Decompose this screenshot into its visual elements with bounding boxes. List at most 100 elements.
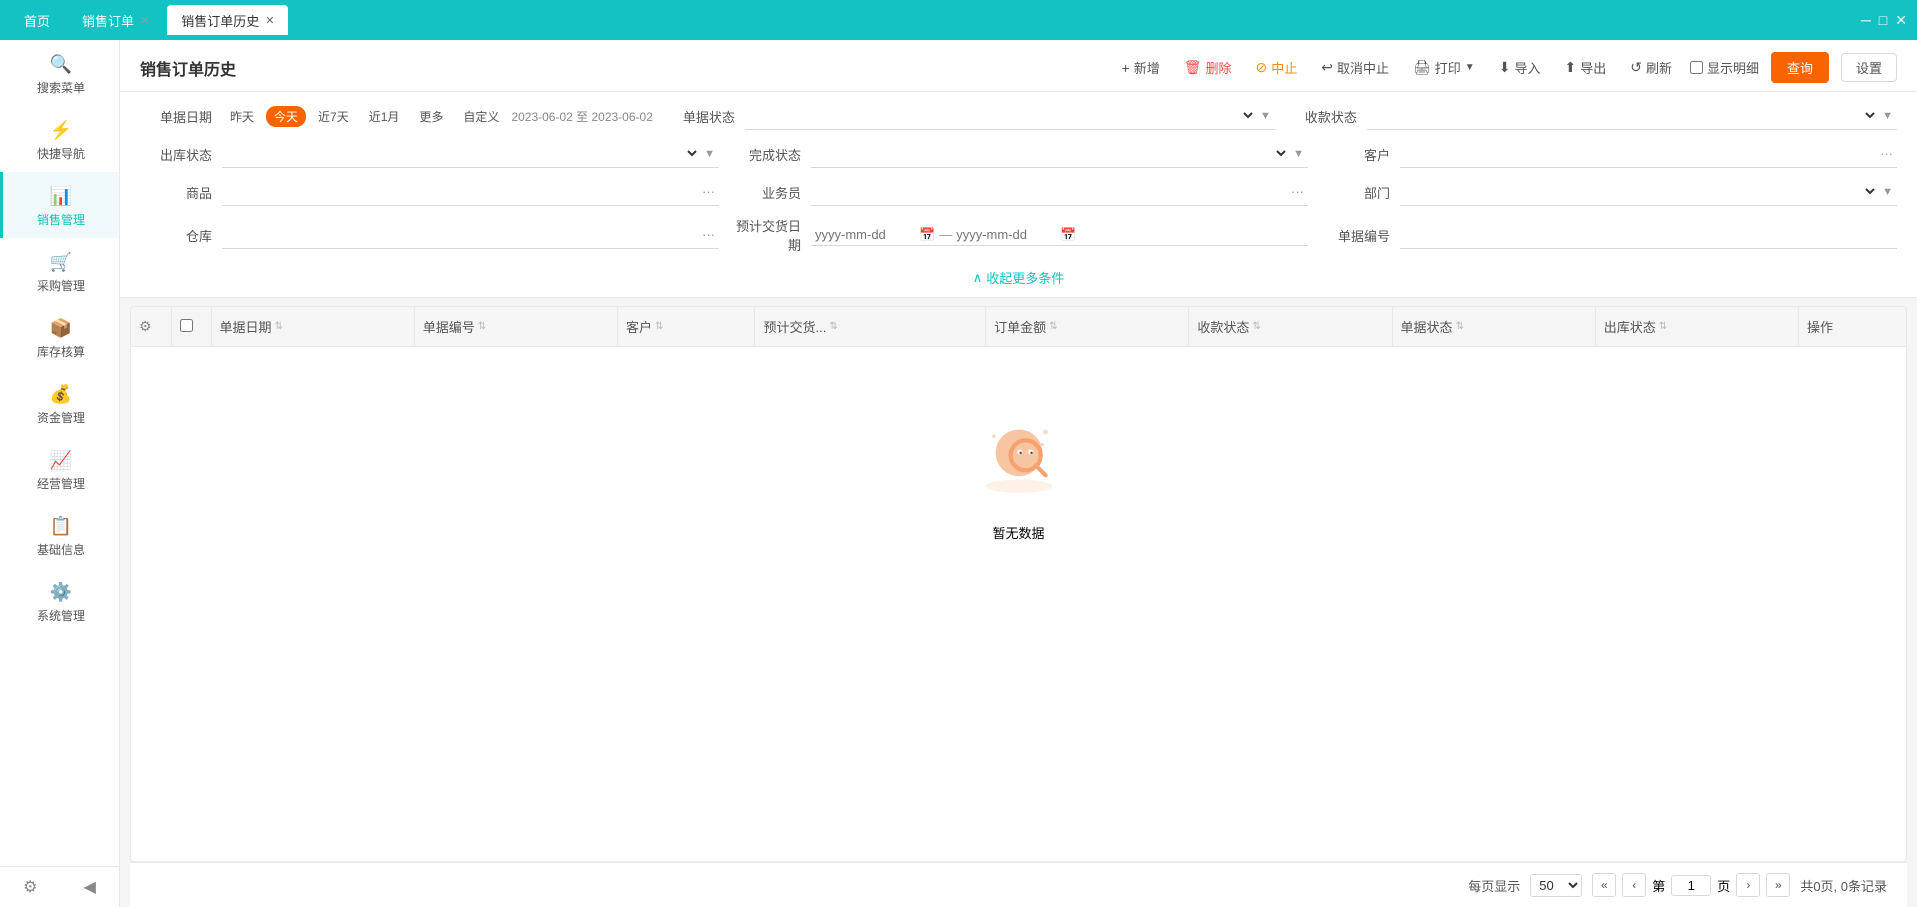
doc-status-select[interactable] <box>749 107 1256 124</box>
export-button[interactable]: ⬆ 导出 <box>1558 54 1612 81</box>
warehouse-input[interactable] <box>226 227 698 242</box>
delete-label: 删除 <box>1205 58 1231 77</box>
collapse-up-icon: ∧ <box>973 270 983 286</box>
th-number-sort-icon[interactable]: ⇅ <box>478 321 486 332</box>
sidebar-item-operations[interactable]: 📈 经营管理 <box>0 436 119 502</box>
filter-doc-number[interactable] <box>1400 221 1897 249</box>
basic-info-icon: 📋 <box>50 516 72 537</box>
select-all-checkbox[interactable] <box>180 319 193 332</box>
product-input[interactable] <box>226 184 698 199</box>
sidebar-item-system[interactable]: ⚙️ 系统管理 <box>0 568 119 634</box>
done-status-arrow-icon: ▼ <box>1293 148 1304 160</box>
tab-home[interactable]: 首页 <box>10 5 64 35</box>
filter-product[interactable]: ··· <box>222 178 719 206</box>
th-date-sort-icon[interactable]: ⇅ <box>275 321 283 332</box>
import-button[interactable]: ⬇ 导入 <box>1493 54 1547 81</box>
window-maximize-icon[interactable]: □ <box>1879 12 1887 28</box>
sidebar-settings-icon[interactable]: ⚙ <box>23 877 37 897</box>
sidebar-item-inventory[interactable]: 📦 库存核算 <box>0 304 119 370</box>
date-btn-1month[interactable]: 近1月 <box>361 106 408 127</box>
cancel-stop-icon: ↩ <box>1321 59 1333 76</box>
sidebar-item-inventory-label: 库存核算 <box>37 343 85 360</box>
calendar-to-icon[interactable]: 📅 <box>1060 227 1076 243</box>
th-doc-status-sort-icon[interactable]: ⇅ <box>1456 321 1464 332</box>
filter-payment-status[interactable]: ▼ <box>1367 102 1897 130</box>
salesperson-input[interactable] <box>815 184 1287 199</box>
payment-status-select[interactable] <box>1371 107 1878 124</box>
page-prev-button[interactable]: ‹ <box>1622 873 1646 897</box>
th-customer-sort-icon[interactable]: ⇅ <box>655 321 663 332</box>
tab-sales-order-close[interactable]: ✕ <box>140 14 149 27</box>
display-toggle-checkbox[interactable] <box>1690 61 1703 74</box>
filter-label-done-status: 完成状态 <box>729 145 801 164</box>
page-title: 销售订单历史 <box>140 56 236 80</box>
sidebar-item-finance[interactable]: 💰 资金管理 <box>0 370 119 436</box>
th-number: 单据编号 ⇅ <box>414 307 617 347</box>
page-first-button[interactable]: « <box>1592 873 1616 897</box>
th-payment-status-sort-icon[interactable]: ⇅ <box>1252 321 1260 332</box>
tab-sales-order[interactable]: 销售订单 ✕ <box>68 5 163 35</box>
collapse-bar[interactable]: ∧ 收起更多条件 <box>140 264 1897 287</box>
window-close-icon[interactable]: ✕ <box>1895 12 1907 29</box>
product-dots-icon[interactable]: ··· <box>702 184 715 199</box>
data-table: ⚙ 单据日期 ⇅ <box>131 307 1906 602</box>
date-btn-today[interactable]: 今天 <box>266 106 306 127</box>
customer-input[interactable] <box>1404 146 1876 161</box>
filter-done-status[interactable]: ▼ <box>811 140 1308 168</box>
date-range-display: 2023-06-02 至 2023-06-02 <box>511 108 652 125</box>
search-menu-icon: 🔍 <box>50 54 72 75</box>
sidebar-item-purchase-label: 采购管理 <box>37 277 85 294</box>
filter-out-status[interactable]: ▼ <box>222 140 719 168</box>
sidebar-item-search-menu[interactable]: 🔍 搜索菜单 <box>0 40 119 106</box>
delivery-date-from-input[interactable] <box>815 227 915 242</box>
doc-number-input[interactable] <box>1404 227 1893 242</box>
delete-button[interactable]: 🗑 删除 <box>1178 54 1238 81</box>
date-btn-more[interactable]: 更多 <box>411 106 451 127</box>
page-label-before: 第 <box>1652 876 1665 895</box>
th-out-status-sort-icon[interactable]: ⇅ <box>1659 321 1667 332</box>
refresh-button[interactable]: ↺ 刷新 <box>1624 54 1678 81</box>
page-last-button[interactable]: » <box>1766 873 1790 897</box>
sidebar-item-sales[interactable]: 📊 销售管理 <box>0 172 119 238</box>
filter-label-warehouse: 仓库 <box>140 226 212 245</box>
th-amount-sort-icon[interactable]: ⇅ <box>1049 321 1057 332</box>
export-icon: ⬆ <box>1564 59 1576 76</box>
date-btn-7days[interactable]: 近7天 <box>310 106 357 127</box>
page-size-select[interactable]: 50 10 20 100 <box>1530 874 1582 897</box>
sidebar-item-basic-info[interactable]: 📋 基础信息 <box>0 502 119 568</box>
out-status-select[interactable] <box>226 145 700 162</box>
table-gear-icon[interactable]: ⚙ <box>139 318 152 334</box>
done-status-select[interactable] <box>815 145 1289 162</box>
cancel-stop-button[interactable]: ↩ 取消中止 <box>1315 54 1395 81</box>
tab-sales-history[interactable]: 销售订单历史 ✕ <box>167 5 288 35</box>
customer-dots-icon[interactable]: ··· <box>1880 146 1893 161</box>
filter-customer[interactable]: ··· <box>1400 140 1897 168</box>
out-status-arrow-icon: ▼ <box>704 148 715 160</box>
sidebar-item-operations-label: 经营管理 <box>37 475 85 492</box>
print-button[interactable]: 🖨 打印 ▼ <box>1407 54 1481 81</box>
date-btn-yesterday[interactable]: 昨天 <box>222 106 262 127</box>
warehouse-dots-icon[interactable]: ··· <box>702 227 715 242</box>
filter-salesperson[interactable]: ··· <box>811 178 1308 206</box>
new-button[interactable]: + 新增 <box>1116 54 1166 81</box>
filter-doc-status[interactable]: ▼ <box>745 102 1275 130</box>
query-button[interactable]: 查询 <box>1771 52 1829 83</box>
filter-warehouse[interactable]: ··· <box>222 221 719 249</box>
th-delivery-date-sort-icon[interactable]: ⇅ <box>829 321 837 332</box>
empty-state-cell: 暂无数据 <box>131 347 1906 603</box>
salesperson-dots-icon[interactable]: ··· <box>1291 184 1304 199</box>
tab-sales-history-close[interactable]: ✕ <box>265 14 274 27</box>
sidebar-collapse-icon[interactable]: ◀ <box>84 877 96 897</box>
dept-select[interactable] <box>1404 183 1878 200</box>
date-btn-custom[interactable]: 自定义 <box>455 106 507 127</box>
delivery-date-to-input[interactable] <box>956 227 1056 242</box>
sidebar-item-purchase[interactable]: 🛒 采购管理 <box>0 238 119 304</box>
sidebar-item-quick-nav[interactable]: ⚡ 快捷导航 <box>0 106 119 172</box>
page-next-button[interactable]: › <box>1736 873 1760 897</box>
stop-button[interactable]: ⊘ 中止 <box>1250 54 1304 81</box>
settings-button[interactable]: 设置 <box>1841 53 1897 82</box>
filter-dept[interactable]: ▼ <box>1400 178 1897 206</box>
calendar-from-icon[interactable]: 📅 <box>919 227 935 243</box>
window-minimize-icon[interactable]: ─ <box>1861 12 1871 28</box>
page-number-input[interactable] <box>1671 875 1711 896</box>
